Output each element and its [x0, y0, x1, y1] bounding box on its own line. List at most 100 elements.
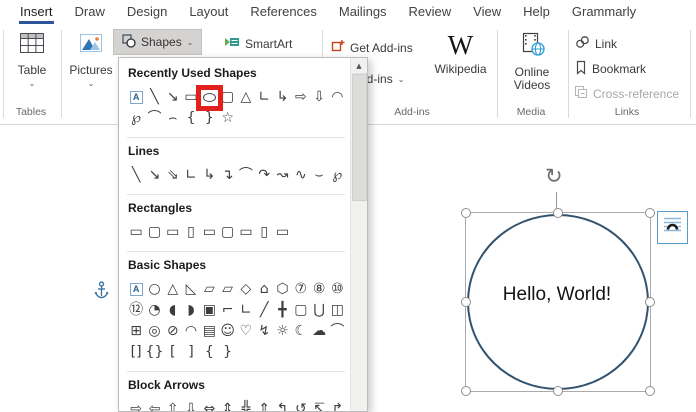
- isosceles-triangle-shape[interactable]: △: [237, 87, 255, 108]
- resize-handle-top-center[interactable]: [553, 208, 563, 218]
- snip-same-side-corners-rectangle-shape[interactable]: ▯: [182, 222, 200, 243]
- elbow-connector-shape[interactable]: ∟: [182, 165, 200, 186]
- smiley-face-shape[interactable]: ☺: [218, 321, 236, 342]
- parallelogram-shape[interactable]: ▱: [200, 279, 218, 300]
- bevel-shape[interactable]: ⊞: [127, 321, 145, 342]
- double-brace-shape[interactable]: {}: [145, 342, 163, 363]
- shapes-button[interactable]: Shapes ⌄: [113, 29, 202, 55]
- scrollbar-up-arrow-icon[interactable]: ▲: [351, 58, 367, 74]
- pie-shape[interactable]: ◔: [145, 300, 163, 321]
- down-arrow-shape[interactable]: ⇩: [310, 87, 328, 108]
- tab-grammarly[interactable]: Grammarly: [572, 4, 636, 25]
- tab-help[interactable]: Help: [523, 4, 550, 25]
- curved-arrow-connector-shape[interactable]: ↷: [255, 165, 273, 186]
- right-arrow-shape[interactable]: ⇨: [292, 87, 310, 108]
- heart-shape[interactable]: ♡: [237, 321, 255, 342]
- heptagon-shape[interactable]: ⑦: [292, 279, 310, 300]
- resize-handle-top-right[interactable]: [645, 208, 655, 218]
- pentagon-shape[interactable]: ⌂: [255, 279, 273, 300]
- plaque-shape[interactable]: ▢: [292, 300, 310, 321]
- no-symbol-shape[interactable]: ⊘: [164, 321, 182, 342]
- oval-shape[interactable]: ○: [145, 279, 163, 300]
- resize-handle-middle-left[interactable]: [461, 297, 471, 307]
- diagonal-stripe-shape[interactable]: ╱: [255, 300, 273, 321]
- freeform-shape[interactable]: ⌣: [310, 165, 328, 186]
- panel-scrollbar[interactable]: ▲: [350, 58, 367, 411]
- tab-view[interactable]: View: [473, 4, 501, 25]
- line-shape[interactable]: ╲: [145, 87, 163, 108]
- left-arrow-shape[interactable]: ⇦: [145, 399, 163, 411]
- curve-shape[interactable]: ∿: [292, 165, 310, 186]
- oval-shape[interactable]: [200, 87, 218, 108]
- right-triangle-shape[interactable]: ◺: [182, 279, 200, 300]
- link-button[interactable]: Link: [575, 35, 617, 52]
- resize-handle-bottom-center[interactable]: [553, 386, 563, 396]
- left-right-arrow-shape[interactable]: ⇔: [200, 399, 218, 411]
- snip-single-corner-rectangle-shape[interactable]: ▭: [164, 222, 182, 243]
- get-addins-button[interactable]: Get Add-ins: [331, 39, 413, 56]
- text-box-shape[interactable]: A: [127, 279, 145, 300]
- round-diagonal-corners-rectangle-shape[interactable]: ▭: [273, 222, 291, 243]
- tab-mailings[interactable]: Mailings: [339, 4, 387, 25]
- tab-insert[interactable]: Insert: [20, 4, 53, 25]
- resize-handle-top-left[interactable]: [461, 208, 471, 218]
- line-arrow-shape[interactable]: ↘: [164, 87, 182, 108]
- bent-up-arrow-shape[interactable]: ↱: [328, 399, 346, 411]
- layout-options-button[interactable]: [657, 211, 688, 244]
- frame-shape[interactable]: ▣: [200, 300, 218, 321]
- sun-shape[interactable]: ☼: [273, 321, 291, 342]
- quad-arrow-shape[interactable]: ╬: [237, 399, 255, 411]
- scrollbar-thumb[interactable]: [352, 74, 367, 201]
- octagon-shape[interactable]: ⑧: [310, 279, 328, 300]
- elbow-arrow-connector-shape[interactable]: ↳: [200, 165, 218, 186]
- table-button[interactable]: Table ⌄: [8, 31, 56, 88]
- curved-double-arrow-connector-shape[interactable]: ↝: [273, 165, 291, 186]
- arc-shape[interactable]: ⌢: [164, 108, 182, 129]
- right-arrow-shape[interactable]: ⇨: [127, 399, 145, 411]
- line-double-arrow-shape[interactable]: ⇘: [164, 165, 182, 186]
- cloud-shape[interactable]: ☁: [310, 321, 328, 342]
- decagon-shape[interactable]: ⑩: [328, 279, 346, 300]
- line-arrow-shape[interactable]: ↘: [145, 165, 163, 186]
- double-bracket-shape[interactable]: []: [127, 342, 145, 363]
- pictures-button[interactable]: Pictures ⌄: [66, 31, 116, 88]
- trapezoid-shape[interactable]: ▱: [218, 279, 236, 300]
- wikipedia-button[interactable]: W Wikipedia: [433, 32, 488, 76]
- up-down-arrow-shape[interactable]: ⇕: [218, 399, 236, 411]
- tab-references[interactable]: References: [250, 4, 316, 25]
- snip-diagonal-corners-rectangle-shape[interactable]: ▭: [200, 222, 218, 243]
- teardrop-shape[interactable]: ◗: [182, 300, 200, 321]
- smartart-button[interactable]: SmartArt: [224, 35, 292, 52]
- rectangle-shape[interactable]: ▭: [127, 222, 145, 243]
- scribble-shape[interactable]: ℘: [127, 108, 145, 129]
- down-arrow-shape[interactable]: ⇩: [182, 399, 200, 411]
- isosceles-triangle-shape[interactable]: △: [164, 279, 182, 300]
- bent-arrow-shape[interactable]: ↰: [273, 399, 291, 411]
- tab-draw[interactable]: Draw: [75, 4, 105, 25]
- left-right-up-arrow-shape[interactable]: ⇑: [255, 399, 273, 411]
- rotate-handle-icon[interactable]: ↻: [545, 164, 563, 188]
- dodecagon-shape[interactable]: ⑫: [127, 300, 145, 321]
- left-up-arrow-shape[interactable]: ↸: [310, 399, 328, 411]
- curved-connector-shape[interactable]: ⌒: [237, 165, 255, 186]
- right-bracket-shape[interactable]: ]: [182, 342, 200, 363]
- l-shape-shape[interactable]: ∟: [237, 300, 255, 321]
- flowchart-delay-shape[interactable]: ◠: [328, 87, 346, 108]
- elbow-double-arrow-connector-shape[interactable]: ↴: [218, 165, 236, 186]
- hexagon-shape[interactable]: ⬡: [273, 279, 291, 300]
- left-bracket-shape[interactable]: [: [164, 342, 182, 363]
- elbow-connector-shape[interactable]: ∟: [255, 87, 273, 108]
- rounded-rectangle-shape[interactable]: ▢: [145, 222, 163, 243]
- scribble-shape[interactable]: ℘: [328, 165, 346, 186]
- cross-shape[interactable]: ╋: [273, 300, 291, 321]
- chord-shape[interactable]: ◖: [164, 300, 182, 321]
- bookmark-button[interactable]: Bookmark: [575, 60, 646, 78]
- arc-shape[interactable]: ⌒: [328, 321, 346, 342]
- right-brace-shape[interactable]: }: [218, 342, 236, 363]
- up-arrow-shape[interactable]: ⇧: [164, 399, 182, 411]
- line-shape[interactable]: ╲: [127, 165, 145, 186]
- curve-shape[interactable]: ⌒: [145, 108, 163, 129]
- can-shape[interactable]: ⋃: [310, 300, 328, 321]
- cube-shape[interactable]: ◫: [328, 300, 346, 321]
- online-videos-button[interactable]: Online Videos: [506, 31, 558, 92]
